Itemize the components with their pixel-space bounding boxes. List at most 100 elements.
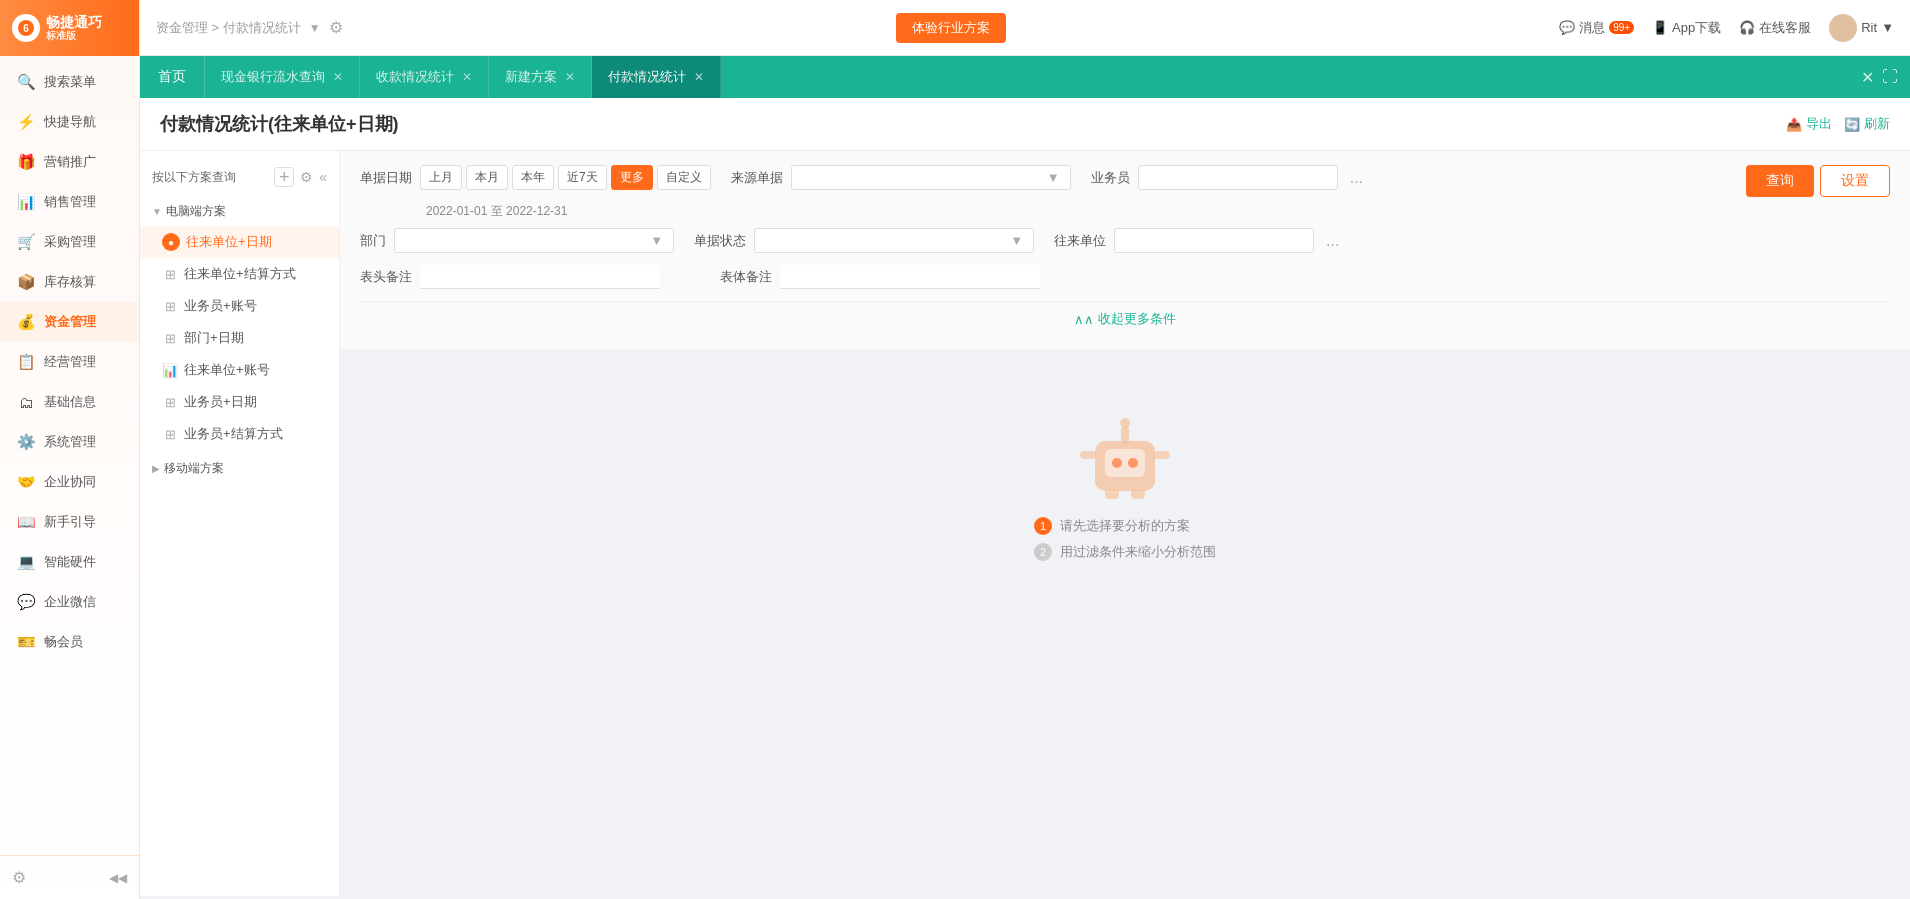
logo-icon: 6	[12, 14, 40, 42]
tab-newscheme[interactable]: 新建方案 ✕	[489, 56, 592, 98]
scheme-item-unit-account[interactable]: 📊 往来单位+账号	[140, 354, 339, 386]
sidebar-item-quicknav[interactable]: ⚡ 快捷导航	[0, 102, 139, 142]
add-scheme-icon[interactable]: +	[274, 167, 294, 187]
date-label: 单据日期	[360, 169, 412, 187]
sales-icon: 📊	[16, 192, 36, 212]
sidebar-item-system[interactable]: ⚙️ 系统管理	[0, 422, 139, 462]
svg-text:6: 6	[23, 23, 29, 34]
filter-row-1: 单据日期 上月 本月 本年 近7天 更多 自定义 来源单据	[360, 165, 1890, 197]
scheme-item-staff-account[interactable]: ⊞ 业务员+账号	[140, 290, 339, 322]
app-download-action[interactable]: 📱 App下载	[1652, 19, 1721, 37]
wechat-icon: 💬	[16, 592, 36, 612]
date-btn-this-month[interactable]: 本月	[466, 165, 508, 190]
filter-partner: 往来单位 ...	[1054, 228, 1339, 253]
sidebar-item-marketing[interactable]: 🎁 营销推广	[0, 142, 139, 182]
dept-select[interactable]: ▼	[394, 228, 674, 253]
header-gear-icon[interactable]: ⚙	[329, 18, 343, 37]
panel-collapse-icon[interactable]: «	[319, 169, 327, 185]
date-btn-last7[interactable]: 近7天	[558, 165, 607, 190]
page-title: 付款情况统计(往来单位+日期)	[160, 112, 399, 136]
tab-receipts[interactable]: 收款情况统计 ✕	[360, 56, 489, 98]
scheme-settings-icon[interactable]: ⚙	[300, 169, 313, 185]
sidebar-item-purchase[interactable]: 🛒 采购管理	[0, 222, 139, 262]
sidebar-item-search[interactable]: 🔍 搜索菜单	[0, 62, 139, 102]
tab-payments[interactable]: 付款情况统计 ✕	[592, 56, 721, 98]
date-btn-more[interactable]: 更多	[611, 165, 653, 190]
partner-dots[interactable]: ...	[1326, 232, 1339, 250]
tab-close-receipts[interactable]: ✕	[462, 70, 472, 84]
tab-expand-icon[interactable]: ⛶	[1882, 68, 1898, 86]
empty-tip-1: 1 请先选择要分析的方案	[1034, 517, 1216, 535]
staff-dots[interactable]: ...	[1350, 169, 1363, 187]
member-icon: 🎫	[16, 632, 36, 652]
sidebar-item-sales[interactable]: 📊 销售管理	[0, 182, 139, 222]
scheme-item-dept-date[interactable]: ⊞ 部门+日期	[140, 322, 339, 354]
sidebar-item-inventory[interactable]: 📦 库存核算	[0, 262, 139, 302]
filter-area: 单据日期 上月 本月 本年 近7天 更多 自定义 来源单据	[340, 151, 1910, 351]
voucher-status-select[interactable]: ▼	[754, 228, 1034, 253]
user-menu[interactable]: Rit ▼	[1829, 14, 1894, 42]
purchase-icon: 🛒	[16, 232, 36, 252]
settings-button[interactable]: 设置	[1820, 165, 1890, 197]
sidebar-nav: 🔍 搜索菜单 ⚡ 快捷导航 🎁 营销推广 📊 销售管理 🛒 采购管理 📦 库存核…	[0, 56, 139, 855]
tab-close-newscheme[interactable]: ✕	[565, 70, 575, 84]
filter-staff: 业务员 ...	[1091, 165, 1363, 190]
refresh-button[interactable]: 🔄 刷新	[1844, 115, 1890, 133]
tab-close-all-icon[interactable]: ✕	[1861, 68, 1874, 87]
sidebar-item-hardware[interactable]: 💻 智能硬件	[0, 542, 139, 582]
trial-button[interactable]: 体验行业方案	[896, 13, 1006, 43]
sidebar-item-guide[interactable]: 📖 新手引导	[0, 502, 139, 542]
date-range-display: 2022-01-01 至 2022-12-31	[422, 201, 1890, 220]
source-label: 来源单据	[731, 169, 783, 187]
scheme-group-desktop-title[interactable]: ▼ 电脑端方案	[140, 197, 339, 226]
sidebar-item-member[interactable]: 🎫 畅会员	[0, 622, 139, 662]
scheme-item-unit-date[interactable]: ● 往来单位+日期	[140, 226, 339, 258]
scheme-group-mobile-title[interactable]: ▶ 移动端方案	[140, 454, 339, 483]
collapse-icon: ∧∧	[1074, 312, 1094, 327]
online-service-action[interactable]: 🎧 在线客服	[1739, 19, 1811, 37]
tab-cashflow[interactable]: 现金银行流水查询 ✕	[205, 56, 360, 98]
sidebar-item-collab[interactable]: 🤝 企业协同	[0, 462, 139, 502]
sidebar-item-finance[interactable]: 💰 资金管理	[0, 302, 139, 342]
voucher-status-label: 单据状态	[694, 232, 746, 250]
sidebar-collapse-icon[interactable]: ◀◀	[109, 871, 127, 885]
scheme-item-unit-settle[interactable]: ⊞ 往来单位+结算方式	[140, 258, 339, 290]
date-buttons: 上月 本月 本年 近7天 更多 自定义	[420, 165, 711, 190]
date-btn-custom[interactable]: 自定义	[657, 165, 711, 190]
date-btn-last-month[interactable]: 上月	[420, 165, 462, 190]
note-header-input[interactable]	[420, 265, 660, 289]
sidebar-item-operation[interactable]: 📋 经营管理	[0, 342, 139, 382]
note-body-input[interactable]	[780, 265, 1040, 289]
breadcrumb-dropdown-icon[interactable]: ▼	[309, 21, 321, 35]
right-content: 单据日期 上月 本月 本年 近7天 更多 自定义 来源单据	[340, 151, 1910, 896]
filter-source: 来源单据 ▼	[731, 165, 1071, 190]
filter-date: 单据日期 上月 本月 本年 近7天 更多 自定义	[360, 165, 711, 190]
partner-input[interactable]	[1114, 228, 1314, 253]
avatar	[1829, 14, 1857, 42]
download-icon: 📱	[1652, 20, 1668, 35]
scheme-item-staff-settle[interactable]: ⊞ 业务员+结算方式	[140, 418, 339, 450]
header-left: 资金管理 > 付款情况统计 ▼ ⚙	[156, 18, 343, 37]
staff-input[interactable]	[1138, 165, 1338, 190]
tab-close-payments[interactable]: ✕	[694, 70, 704, 84]
source-select[interactable]: ▼	[791, 165, 1071, 190]
query-button[interactable]: 查询	[1746, 165, 1814, 197]
messages-action[interactable]: 💬 消息 99+	[1559, 19, 1634, 37]
collapse-button[interactable]: ∧∧ 收起更多条件	[360, 301, 1890, 336]
sidebar-item-wechat[interactable]: 💬 企业微信	[0, 582, 139, 622]
svg-rect-5	[1105, 449, 1145, 477]
svg-rect-11	[1131, 489, 1145, 499]
tab-home[interactable]: 首页	[140, 56, 205, 98]
breadcrumb: 资金管理 > 付款情况统计	[156, 19, 301, 37]
date-btn-this-year[interactable]: 本年	[512, 165, 554, 190]
tab-close-cashflow[interactable]: ✕	[333, 70, 343, 84]
system-icon: ⚙️	[16, 432, 36, 452]
empty-state: 1 请先选择要分析的方案 2 用过滤条件来缩小分析范围	[340, 351, 1910, 621]
sidebar-item-basicinfo[interactable]: 🗂 基础信息	[0, 382, 139, 422]
export-button[interactable]: 📤 导出	[1786, 115, 1832, 133]
sidebar-settings-icon[interactable]: ⚙	[12, 868, 26, 887]
search-icon: 🔍	[16, 72, 36, 92]
headset-icon: 🎧	[1739, 20, 1755, 35]
scheme-item-staff-date[interactable]: ⊞ 业务员+日期	[140, 386, 339, 418]
filter-note-body: 表体备注	[720, 265, 1040, 289]
